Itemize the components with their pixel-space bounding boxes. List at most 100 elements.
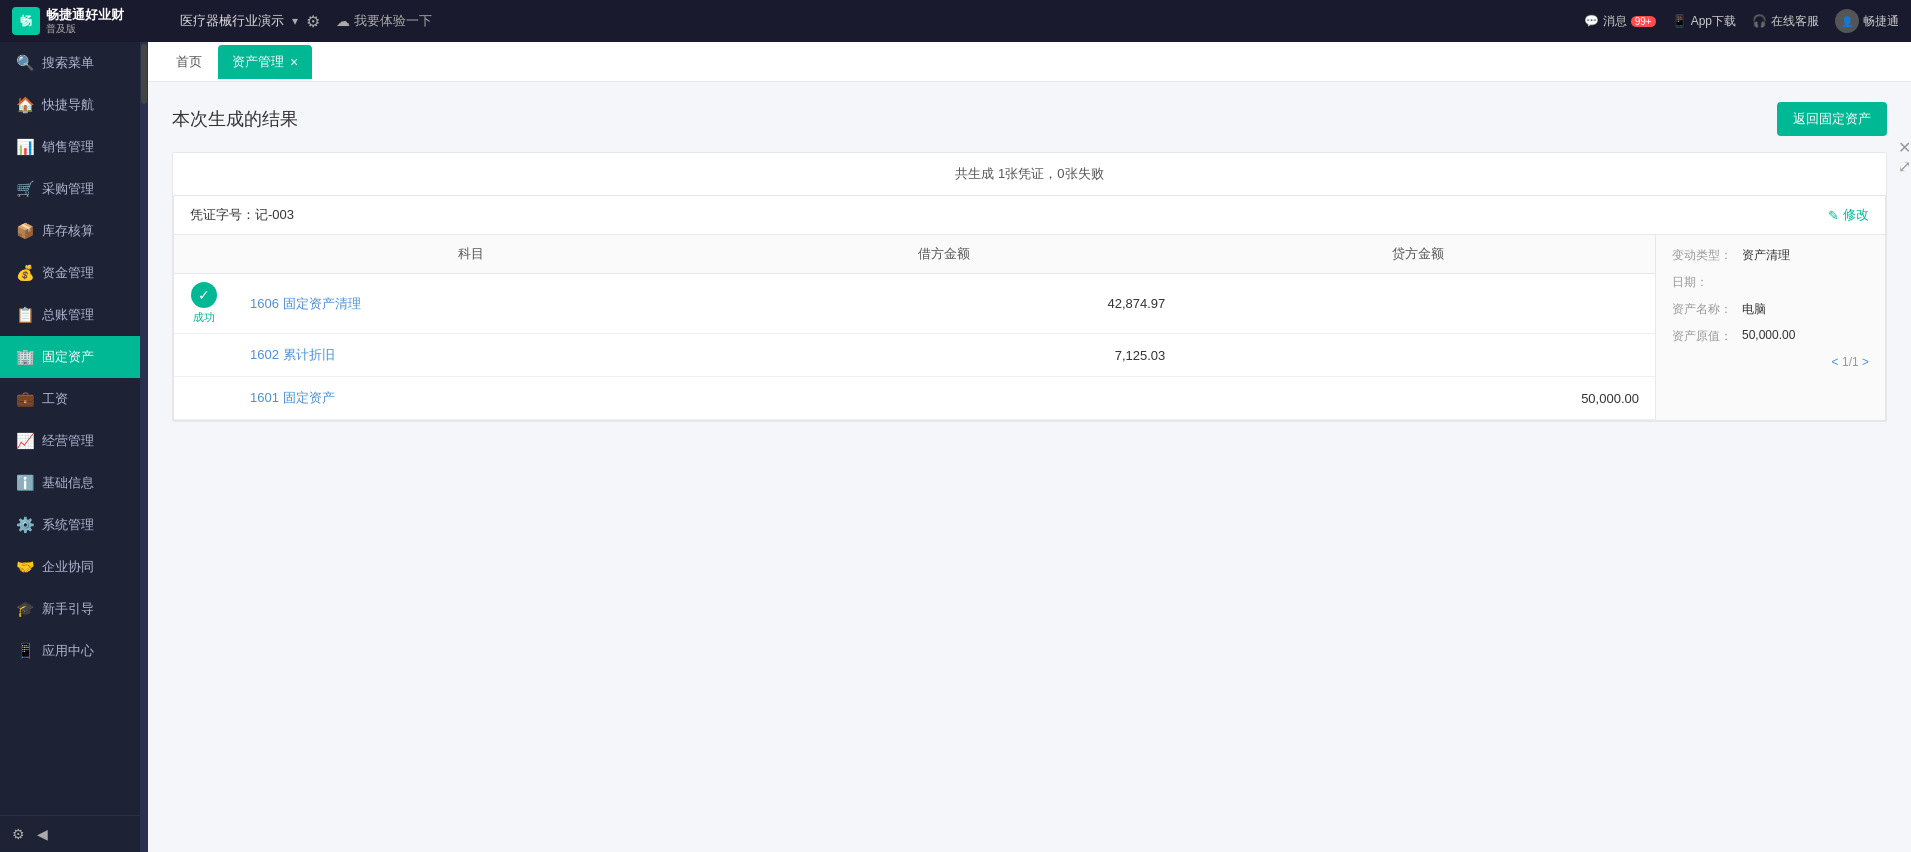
guide-icon: 🎓 [16, 600, 34, 618]
success-circle-icon: ✓ [191, 282, 217, 308]
th-credit: 贷方金额 [1181, 235, 1655, 273]
credit-cell [1181, 343, 1655, 367]
purchase-icon: 🛒 [16, 180, 34, 198]
sidebar: 🔍搜索菜单🏠快捷导航📊销售管理 🛒 采购管理 📦库存核算 💰 资金管理 📋总账管理 🏢 固定资产… [0, 42, 148, 852]
sidebar-bottom: ⚙◀ [0, 815, 148, 852]
sidebar-label: 系统管理 [42, 516, 94, 534]
sidebar-label: 库存核算 [42, 222, 94, 240]
company-dropdown-btn[interactable]: ▾ [292, 14, 298, 28]
summary-bar: 共生成 1张凭证，0张失败 [173, 153, 1886, 195]
credit-cell [1181, 292, 1655, 316]
search-menu-icon: 🔍 [16, 54, 34, 72]
app-download-label: App下载 [1691, 13, 1736, 30]
notification-item[interactable]: 💬 消息 99+ [1584, 13, 1656, 30]
sidebar-item-collab[interactable]: 🤝 企业协同 [0, 546, 148, 588]
sidebar-item-payroll[interactable]: 💼 工资 [0, 378, 148, 420]
sidebar-item-purchase[interactable]: 🛒 采购管理 [0, 168, 148, 210]
sidebar-collapse-btn[interactable]: ◀ [37, 826, 48, 842]
sidebar-item-app-center[interactable]: 📱应用中心 [0, 630, 148, 672]
side-asset-value-row: 资产原值： 50,000.00 [1672, 328, 1869, 345]
sidebar-item-inventory[interactable]: 📦库存核算 [0, 210, 148, 252]
top-bar: 畅 畅捷通好业财 普及版 医疗器械行业演示 ▾ ⚙ ☁ 我要体验一下 💬 消息 … [0, 0, 1911, 42]
sidebar-item-finance[interactable]: 💰 资金管理 [0, 252, 148, 294]
side-date-row: 日期： [1672, 274, 1869, 291]
sidebar-label: 资金管理 [42, 264, 94, 282]
tab-close-btn[interactable]: × [290, 55, 298, 69]
logo-title: 畅捷通好业财 [46, 7, 124, 23]
side-change-type-row: 变动类型： 资产清理 [1672, 247, 1869, 264]
side-date-label: 日期： [1672, 274, 1742, 291]
edit-label: 修改 [1843, 206, 1869, 224]
sidebar-item-guide[interactable]: 🎓 新手引导 [0, 588, 148, 630]
side-asset-value-label: 资产原值： [1672, 328, 1742, 345]
sales-icon: 📊 [16, 138, 34, 156]
th-debit: 借方金额 [708, 235, 1182, 273]
table-row: 1601 固定资产 50,000.00 [174, 377, 1655, 420]
sidebar-label: 新手引导 [42, 600, 94, 618]
page-title: 本次生成的结果 [172, 107, 298, 131]
voucher-no: 凭证字号：记-003 [190, 206, 294, 224]
sidebar-label: 采购管理 [42, 180, 94, 198]
side-change-type-label: 变动类型： [1672, 247, 1742, 264]
sidebar-item-search-menu[interactable]: 🔍搜索菜单 [0, 42, 148, 84]
logo-text: 畅捷通好业财 普及版 [46, 7, 124, 35]
sidebar-item-ledger[interactable]: 📋总账管理 [0, 294, 148, 336]
sidebar-settings-btn[interactable]: ⚙ [12, 826, 25, 842]
table-row: 1602 累计折旧 7,125.03 [174, 334, 1655, 377]
main-layout: 🔍搜索菜单🏠快捷导航📊销售管理 🛒 采购管理 📦库存核算 💰 资金管理 📋总账管理 🏢 固定资产… [0, 42, 1911, 852]
experience-btn[interactable]: 我要体验一下 [354, 12, 432, 30]
tab-home[interactable]: 首页 [164, 45, 214, 79]
sidebar-item-sys-mgmt[interactable]: ⚙️系统管理 [0, 504, 148, 546]
expand-panel-btn[interactable]: ⤢ [1898, 157, 1911, 176]
voucher-container: 凭证字号：记-003 ✎ 修改 科目 借 [173, 195, 1886, 421]
sidebar-label: 经营管理 [42, 432, 94, 450]
edit-icon: ✎ [1828, 208, 1839, 223]
logo-sub: 普及版 [46, 23, 124, 35]
return-btn[interactable]: 返回固定资产 [1777, 102, 1887, 136]
sidebar-item-fixed-assets[interactable]: 🏢 固定资产 [0, 336, 148, 378]
prev-page-btn[interactable]: < [1832, 355, 1839, 369]
sidebar-item-ops[interactable]: 📈经营管理 [0, 420, 148, 462]
user-name: 畅捷通 [1863, 13, 1899, 30]
table-with-side: 科目 借方金额 贷方金额 ✓ 成功 1606 固定资产清理 42,874.97 … [174, 235, 1885, 420]
sidebar-label: 总账管理 [42, 306, 94, 324]
side-asset-name-row: 资产名称： 电脑 [1672, 301, 1869, 318]
next-page-btn[interactable]: > [1862, 355, 1869, 369]
sidebar-item-quick-nav[interactable]: 🏠快捷导航 [0, 84, 148, 126]
topbar-settings-btn[interactable]: ⚙ [306, 12, 320, 31]
logo-icon: 畅 [12, 7, 40, 35]
top-center: 医疗器械行业演示 ▾ ⚙ ☁ 我要体验一下 [160, 12, 1584, 31]
edit-btn[interactable]: ✎ 修改 [1828, 206, 1869, 224]
sidebar-label: 工资 [42, 390, 68, 408]
side-asset-name-label: 资产名称： [1672, 301, 1742, 318]
sidebar-item-basic-info[interactable]: ℹ️基础信息 [0, 462, 148, 504]
user-item[interactable]: 👤 畅捷通 [1835, 9, 1899, 33]
page-header: 本次生成的结果 返回固定资产 [172, 102, 1887, 136]
subject-cell: 1602 累计折旧 [234, 334, 708, 376]
fixed-assets-icon: 🏢 [16, 348, 34, 366]
debit-cell: 42,874.97 [708, 284, 1182, 323]
tab-asset-management[interactable]: 资产管理 × [218, 45, 312, 79]
subject-cell: 1606 固定资产清理 [234, 283, 708, 325]
service-icon: 🎧 [1752, 14, 1767, 28]
side-panel: 变动类型： 资产清理 日期： 资产名称： 电脑 [1655, 235, 1885, 420]
sidebar-label: 快捷导航 [42, 96, 94, 114]
app-download-item[interactable]: 📱 App下载 [1672, 13, 1736, 30]
empty-status-cell [174, 347, 234, 363]
collab-icon: 🤝 [16, 558, 34, 576]
page-content: 本次生成的结果 返回固定资产 共生成 1张凭证，0张失败 凭证字号：记-003 … [148, 82, 1911, 852]
avatar: 👤 [1835, 9, 1859, 33]
payroll-icon: 💼 [16, 390, 34, 408]
finance-icon: 💰 [16, 264, 34, 282]
online-service-item[interactable]: 🎧 在线客服 [1752, 13, 1819, 30]
sidebar-item-sales[interactable]: 📊销售管理 [0, 126, 148, 168]
summary-text: 共生成 1张凭证，0张失败 [955, 166, 1103, 181]
sidebar-label: 企业协同 [42, 558, 94, 576]
cloud-icon: ☁ [336, 13, 350, 29]
top-right: 💬 消息 99+ 📱 App下载 🎧 在线客服 👤 畅捷通 [1584, 9, 1899, 33]
tab-active-label: 资产管理 [232, 53, 284, 71]
sidebar-label: 固定资产 [42, 348, 94, 366]
subject-cell: 1601 固定资产 [234, 377, 708, 419]
close-panel-btn[interactable]: ✕ [1898, 138, 1911, 157]
content-area: 首页 资产管理 × 本次生成的结果 返回固定资产 共生成 1张凭证，0张失败 [148, 42, 1911, 852]
